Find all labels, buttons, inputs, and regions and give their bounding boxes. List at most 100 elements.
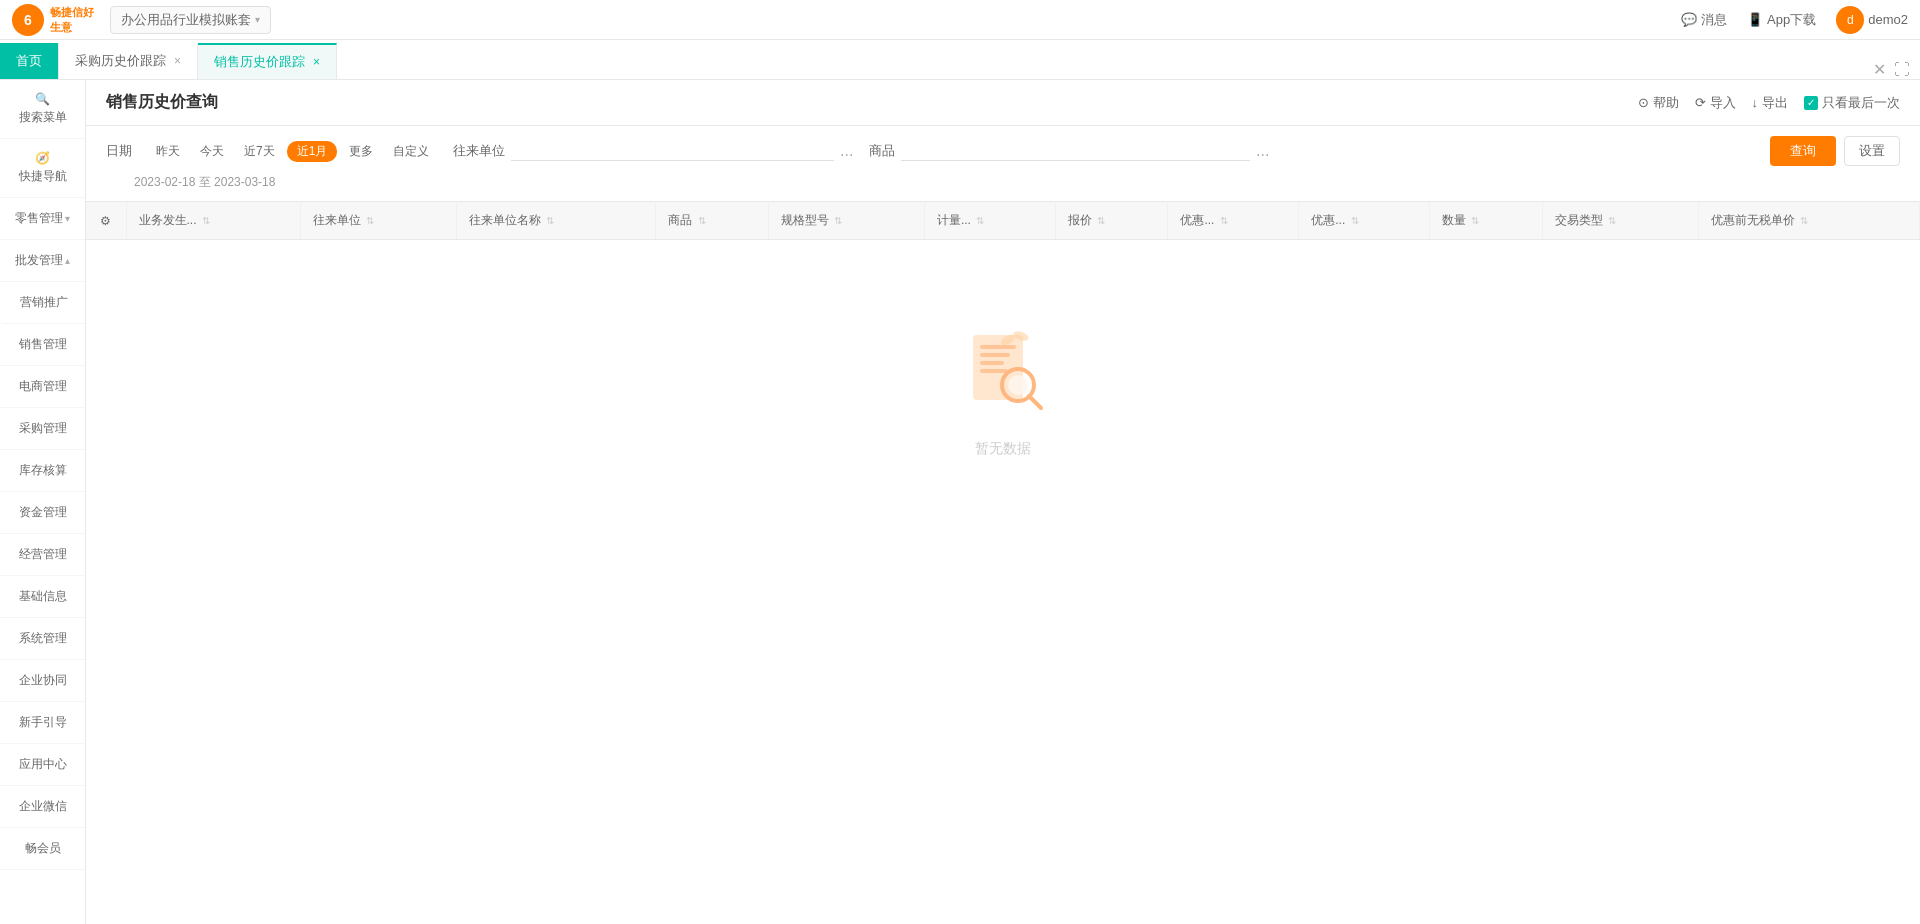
table-col-discount2[interactable]: 优惠... ⇅: [1299, 202, 1430, 240]
partner-label: 往来单位: [453, 142, 505, 160]
table-col-trade-type[interactable]: 交易类型 ⇅: [1542, 202, 1698, 240]
import-button[interactable]: ⟳ 导入: [1695, 94, 1736, 112]
close-purchase-tab[interactable]: ×: [174, 54, 181, 68]
sidebar-item-member[interactable]: 畅会员: [0, 828, 85, 870]
message-button[interactable]: 💬 消息: [1681, 11, 1727, 29]
search-button[interactable]: 查询: [1770, 136, 1836, 166]
sidebar-item-retail[interactable]: 零售管理 ▾: [0, 198, 85, 240]
maximize-button[interactable]: ⛶: [1894, 61, 1910, 79]
sidebar-item-finance-label: 资金管理: [19, 504, 67, 521]
sidebar-item-newbie-label: 新手引导: [19, 714, 67, 731]
svg-rect-2: [980, 353, 1010, 357]
sidebar-item-system[interactable]: 系统管理: [0, 618, 85, 660]
settings-icon: ⚙: [100, 214, 111, 228]
date-more[interactable]: 更多: [341, 141, 381, 162]
filter-bar: 日期 昨天 今天 近7天 近1月 更多 自定义 往来单位 ... 商品: [86, 126, 1920, 202]
table-col-quote[interactable]: 报价 ⇅: [1055, 202, 1168, 240]
table-col-product[interactable]: 商品 ⇅: [656, 202, 769, 240]
sidebar-item-apps-label: 应用中心: [19, 756, 67, 773]
sidebar-item-wholesale[interactable]: 批发管理 ▴: [0, 240, 85, 282]
search-icon: 🔍: [35, 92, 50, 106]
sort-icon: ⇅: [366, 215, 374, 226]
date-last1m[interactable]: 近1月: [287, 141, 338, 162]
company-selector[interactable]: 办公用品行业模拟账套 ▾: [110, 6, 271, 34]
sidebar-item-finance[interactable]: 资金管理: [0, 492, 85, 534]
sidebar-item-purchase-label: 采购管理: [19, 420, 67, 437]
table-col-partner-code[interactable]: 往来单位 ⇅: [300, 202, 456, 240]
sidebar-item-wechat-label: 企业微信: [19, 798, 67, 815]
close-sales-tab[interactable]: ×: [313, 55, 320, 69]
settings-button[interactable]: 设置: [1844, 136, 1900, 166]
table-col-unit[interactable]: 计量... ⇅: [924, 202, 1055, 240]
table-col-biz-date[interactable]: 业务发生... ⇅: [126, 202, 300, 240]
sidebar-item-sales-mgmt[interactable]: 销售管理: [0, 324, 85, 366]
tab-home[interactable]: 首页: [0, 43, 59, 79]
sidebar-item-apps[interactable]: 应用中心: [0, 744, 85, 786]
date-last7[interactable]: 近7天: [236, 141, 283, 162]
table-col-discount1[interactable]: 优惠... ⇅: [1168, 202, 1299, 240]
empty-state: 暂无数据: [86, 240, 1920, 538]
partner-filter: 往来单位 ...: [453, 141, 853, 161]
sort-icon: ⇅: [1800, 215, 1808, 226]
partner-picker-button[interactable]: ...: [840, 142, 853, 160]
sidebar-item-quicknav[interactable]: 🧭 快捷导航: [0, 139, 85, 198]
sidebar-item-operations[interactable]: 经营管理: [0, 534, 85, 576]
sidebar-item-marketing-label: 营销推广: [20, 294, 68, 311]
close-all-tabs-button[interactable]: ✕: [1873, 60, 1886, 79]
product-picker-button[interactable]: ...: [1256, 142, 1269, 160]
sort-icon: ⇅: [1608, 215, 1616, 226]
sidebar-item-operations-label: 经营管理: [19, 546, 67, 563]
logo-text: 畅捷信好生意: [50, 5, 98, 34]
sidebar-item-newbie[interactable]: 新手引导: [0, 702, 85, 744]
svg-rect-1: [980, 345, 1016, 349]
sidebar-item-wholesale-label: 批发管理: [15, 252, 63, 269]
product-input[interactable]: [901, 141, 1250, 161]
chevron-down-icon: ▾: [65, 213, 70, 224]
date-custom[interactable]: 自定义: [385, 141, 437, 162]
table-header-row: ⚙ 业务发生... ⇅ 往来单位 ⇅ 往来单位名称: [86, 202, 1920, 240]
sidebar-item-marketing[interactable]: 营销推广: [0, 282, 85, 324]
date-options: 昨天 今天 近7天 近1月 更多 自定义: [148, 141, 437, 162]
sidebar-item-member-label: 畅会员: [25, 840, 61, 857]
sidebar-item-search[interactable]: 🔍 搜索菜单: [0, 80, 85, 139]
sort-icon: ⇅: [698, 215, 706, 226]
sidebar-item-inventory[interactable]: 库存核算: [0, 450, 85, 492]
sidebar-item-basic[interactable]: 基础信息: [0, 576, 85, 618]
tab-sales-label: 销售历史价跟踪: [214, 53, 305, 71]
svg-rect-3: [980, 361, 1004, 365]
sidebar-item-enterprise[interactable]: 企业协同: [0, 660, 85, 702]
user-menu[interactable]: d demo2: [1836, 6, 1908, 34]
sort-icon: ⇅: [834, 215, 842, 226]
sidebar-item-ecommerce[interactable]: 电商管理: [0, 366, 85, 408]
sidebar-item-inventory-label: 库存核算: [19, 462, 67, 479]
table-col-partner-name[interactable]: 往来单位名称 ⇅: [456, 202, 655, 240]
table-col-settings[interactable]: ⚙: [86, 202, 126, 240]
svg-rect-4: [980, 369, 1008, 373]
sort-icon: ⇅: [976, 215, 984, 226]
compass-icon: 🧭: [35, 151, 50, 165]
table-col-quantity[interactable]: 数量 ⇅: [1430, 202, 1543, 240]
table-col-spec[interactable]: 规格型号 ⇅: [768, 202, 924, 240]
partner-input[interactable]: [511, 141, 834, 161]
sidebar-item-wechat[interactable]: 企业微信: [0, 786, 85, 828]
help-icon: ⊙: [1638, 95, 1649, 110]
help-button[interactable]: ⊙ 帮助: [1638, 94, 1679, 112]
app-download-button[interactable]: 📱 App下载: [1747, 11, 1816, 29]
product-filter: 商品 ...: [869, 141, 1269, 161]
date-label: 日期: [106, 142, 132, 160]
table-col-pretax-price[interactable]: 优惠前无税单价 ⇅: [1698, 202, 1919, 240]
table-container: ⚙ 业务发生... ⇅ 往来单位 ⇅ 往来单位名称: [86, 202, 1920, 924]
date-yesterday[interactable]: 昨天: [148, 141, 188, 162]
sidebar-item-sales-label: 销售管理: [19, 336, 67, 353]
only-last-checkbox[interactable]: ✓ 只看最后一次: [1804, 94, 1900, 112]
export-button[interactable]: ↓ 导出: [1752, 94, 1789, 112]
tab-sales[interactable]: 销售历史价跟踪 ×: [198, 43, 337, 79]
sort-icon: ⇅: [546, 215, 554, 226]
tab-purchase[interactable]: 采购历史价跟踪 ×: [59, 43, 198, 79]
svg-line-7: [1029, 396, 1041, 408]
sidebar-item-quicknav-label: 快捷导航: [19, 168, 67, 185]
date-today[interactable]: 今天: [192, 141, 232, 162]
sidebar-item-retail-label: 零售管理: [15, 210, 63, 227]
message-icon: 💬: [1681, 12, 1697, 27]
sidebar-item-purchase[interactable]: 采购管理: [0, 408, 85, 450]
